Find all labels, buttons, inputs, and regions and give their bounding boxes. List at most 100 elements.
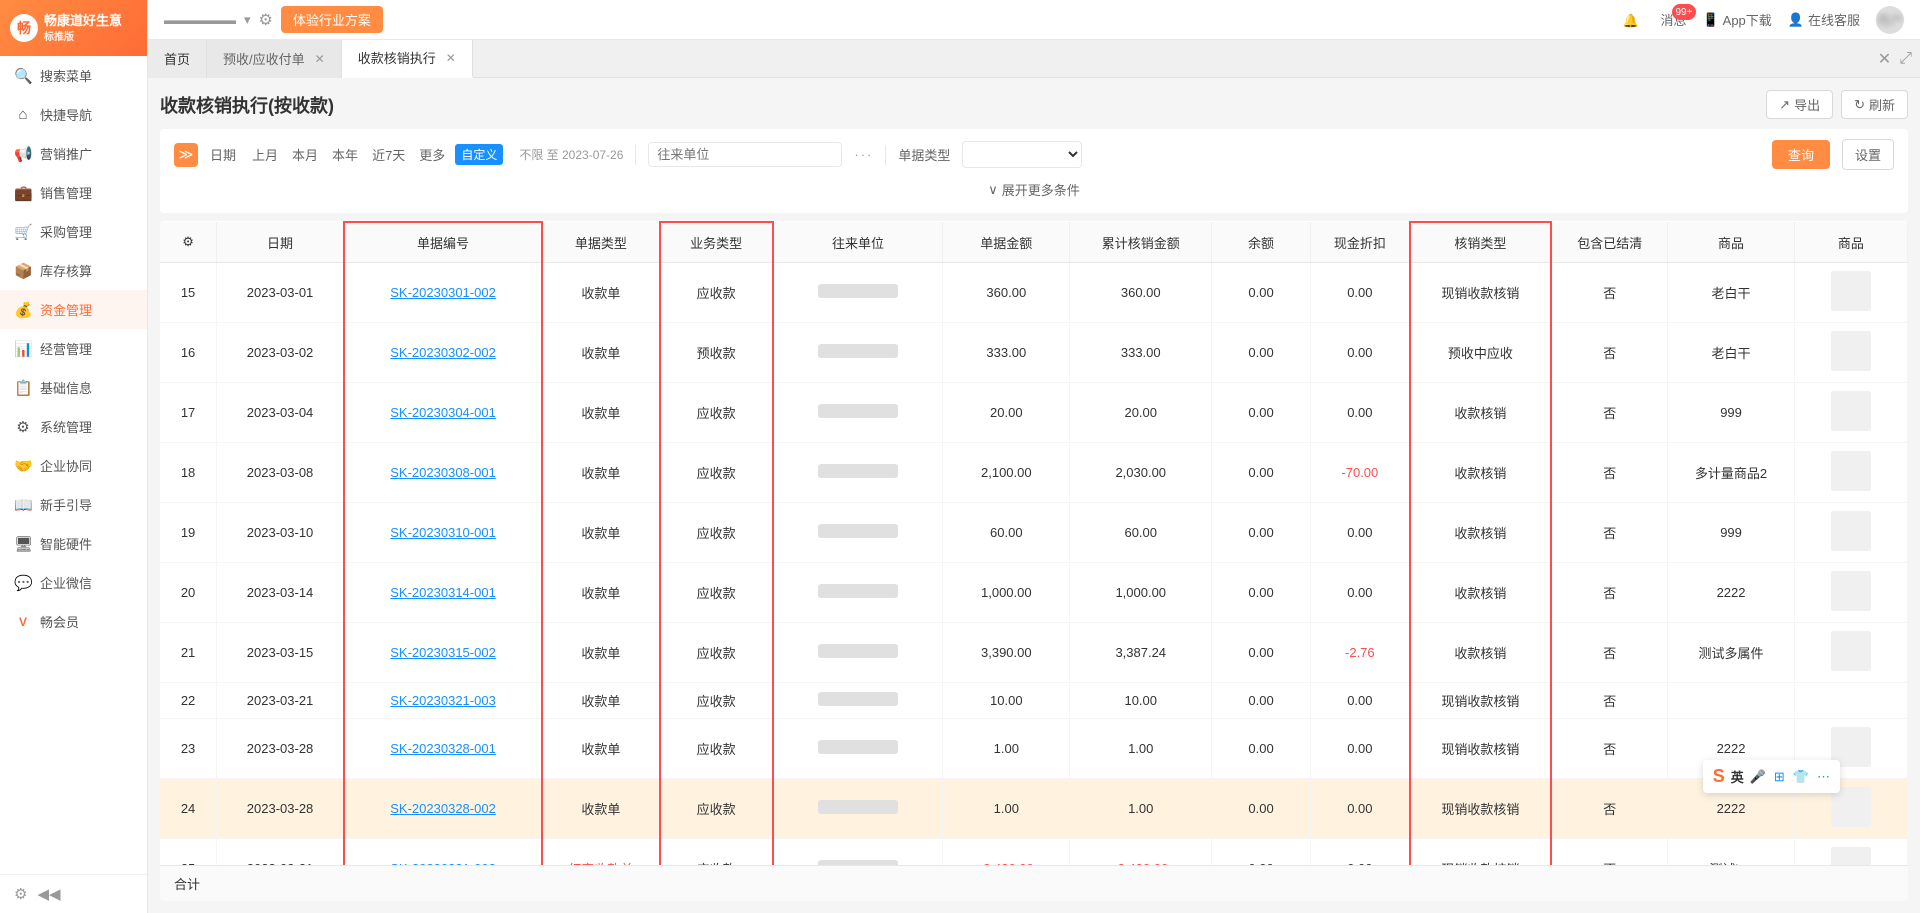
- app-download-link[interactable]: 📱 App下载: [1702, 10, 1771, 29]
- cell-docno[interactable]: SK-20230331-002: [344, 839, 542, 866]
- sidebar-item-basic-info[interactable]: 📋 基础信息: [0, 368, 147, 407]
- date-opt-more[interactable]: 更多: [415, 143, 449, 166]
- date-opt-7days[interactable]: 近7天: [368, 143, 409, 166]
- cell-biztype: 应收款: [660, 839, 773, 866]
- solution-button[interactable]: 体验行业方案: [281, 6, 383, 33]
- sidebar-item-quick-nav[interactable]: ⌂ 快捷导航: [0, 95, 147, 134]
- sidebar: 畅 畅康道好生意 标推版 🔍 搜索菜单 ⌂ 快捷导航 📢 营销推广 💼 销售管理…: [0, 0, 148, 913]
- tab-writeback-close[interactable]: ✕: [446, 51, 456, 65]
- cell-docno[interactable]: SK-20230328-002: [344, 779, 542, 839]
- cell-discount: -2.76: [1311, 623, 1410, 683]
- cell-docno[interactable]: SK-20230304-001: [344, 383, 542, 443]
- cell-doctype: 收款单: [542, 683, 659, 719]
- export-button[interactable]: ↗ 导出: [1766, 90, 1833, 119]
- cell-goods: 999: [1668, 503, 1794, 563]
- cell-doctype: 收款单: [542, 443, 659, 503]
- table-row[interactable]: 15 2023-03-01 SK-20230301-002 收款单 应收款 36…: [160, 263, 1908, 323]
- filter-toggle-button[interactable]: ≫: [174, 143, 198, 167]
- sidebar-label-basic-info: 基础信息: [40, 378, 92, 397]
- sidebar-item-guide[interactable]: 📖 新手引导: [0, 485, 147, 524]
- sidebar-item-sales[interactable]: 💼 销售管理: [0, 173, 147, 212]
- filter-settings-button[interactable]: 设置: [1842, 139, 1894, 170]
- cell-goods2: [1794, 503, 1907, 563]
- table-row[interactable]: 17 2023-03-04 SK-20230304-001 收款单 应收款 20…: [160, 383, 1908, 443]
- tab-close-all-icon[interactable]: ✕: [1878, 49, 1891, 69]
- topbar: ▬▬▬▬▬▬ ▾ ⚙ 体验行业方案 🔔 99+ 消息 📱 App下载 👤 在线客…: [148, 0, 1920, 40]
- cell-docno[interactable]: SK-20230308-001: [344, 443, 542, 503]
- breadcrumb: ▬▬▬▬▬▬: [164, 13, 236, 27]
- cell-writetype: 现销收款核销: [1410, 263, 1552, 323]
- cell-doctype: 收款单: [542, 719, 659, 779]
- message-icon-container[interactable]: 🔔 99+ 消息: [1623, 10, 1687, 29]
- online-service-link[interactable]: 👤 在线客服: [1788, 10, 1860, 29]
- cell-cumamt: 3,387.24: [1070, 623, 1212, 683]
- cell-docno[interactable]: SK-20230301-002: [344, 263, 542, 323]
- settings-gear-icon[interactable]: ⚙: [182, 234, 194, 249]
- cell-docno[interactable]: SK-20230315-002: [344, 623, 542, 683]
- tab-home-label: 首页: [164, 49, 190, 68]
- sidebar-item-operations[interactable]: 📊 经营管理: [0, 329, 147, 368]
- tab-prepay-close[interactable]: ✕: [315, 52, 325, 66]
- topbar-dropdown-icon[interactable]: ▾: [244, 12, 251, 28]
- cell-discount: 0.00: [1311, 563, 1410, 623]
- cell-num: 21: [160, 623, 217, 683]
- logo-main: 畅康道好生意: [44, 13, 122, 29]
- tab-home[interactable]: 首页: [148, 40, 207, 78]
- date-opt-this-year[interactable]: 本年: [328, 143, 362, 166]
- doc-type-select[interactable]: 收款单 红字收款单: [962, 141, 1082, 168]
- tab-expand-icon[interactable]: ⤢: [1899, 50, 1912, 68]
- col-header-amount: 单据金额: [943, 222, 1070, 263]
- sidebar-item-wechat[interactable]: 💬 企业微信: [0, 563, 147, 602]
- cell-settled: 否: [1551, 779, 1668, 839]
- sidebar-item-enterprise[interactable]: 🤝 企业协同: [0, 446, 147, 485]
- date-opt-last-month[interactable]: 上月: [248, 143, 282, 166]
- date-opt-custom[interactable]: 自定义: [455, 144, 503, 165]
- cell-biztype: 应收款: [660, 683, 773, 719]
- cell-doctype: 收款单: [542, 323, 659, 383]
- sidebar-item-search[interactable]: 🔍 搜索菜单: [0, 56, 147, 95]
- expand-more-button[interactable]: ∨ 展开更多条件: [174, 176, 1894, 203]
- cell-docno[interactable]: SK-20230310-001: [344, 503, 542, 563]
- sidebar-item-inventory[interactable]: 📦 库存核算: [0, 251, 147, 290]
- table-row[interactable]: 23 2023-03-28 SK-20230328-001 收款单 应收款 1.…: [160, 719, 1908, 779]
- date-opt-this-month[interactable]: 本月: [288, 143, 322, 166]
- query-button[interactable]: 查询: [1772, 140, 1830, 169]
- cell-biztype: 预收款: [660, 323, 773, 383]
- cell-docno[interactable]: SK-20230302-002: [344, 323, 542, 383]
- cell-balance: 0.00: [1212, 323, 1311, 383]
- settings-bottom-icon[interactable]: ⚙: [14, 885, 27, 903]
- sidebar-item-marketing[interactable]: 📢 营销推广: [0, 134, 147, 173]
- cell-docno[interactable]: SK-20230321-003: [344, 683, 542, 719]
- cell-cumamt: 1.00: [1070, 719, 1212, 779]
- table-row[interactable]: 22 2023-03-21 SK-20230321-003 收款单 应收款 10…: [160, 683, 1908, 719]
- tab-prepay[interactable]: 预收/应收付单 ✕: [207, 40, 342, 78]
- sidebar-item-system[interactable]: ⚙ 系统管理: [0, 407, 147, 446]
- cell-docno[interactable]: SK-20230328-001: [344, 719, 542, 779]
- table-row[interactable]: 19 2023-03-10 SK-20230310-001 收款单 应收款 60…: [160, 503, 1908, 563]
- sidebar-item-member[interactable]: V 畅会员: [0, 602, 147, 641]
- sidebar-item-finance[interactable]: 💰 资金管理: [0, 290, 147, 329]
- table-row[interactable]: 18 2023-03-08 SK-20230308-001 收款单 应收款 2,…: [160, 443, 1908, 503]
- guide-icon: 📖: [14, 496, 32, 514]
- table-row[interactable]: 20 2023-03-14 SK-20230314-001 收款单 应收款 1,…: [160, 563, 1908, 623]
- table-row[interactable]: 24 2023-03-28 SK-20230328-002 收款单 应收款 1.…: [160, 779, 1908, 839]
- cell-settled: 否: [1551, 323, 1668, 383]
- table-container[interactable]: ⚙ 日期 单据编号 单据类型 业务类型 往来单位 单据金额 累计核销金额 余额 …: [160, 221, 1908, 865]
- sidebar-item-smart-hw[interactable]: 🖥 智能硬件: [0, 524, 147, 563]
- service-icon: 👤: [1788, 12, 1804, 28]
- collapse-icon[interactable]: ◀◀: [37, 885, 60, 903]
- table-row[interactable]: 16 2023-03-02 SK-20230302-002 收款单 预收款 33…: [160, 323, 1908, 383]
- cell-goods: 老白干: [1668, 263, 1794, 323]
- cell-company: [773, 839, 943, 866]
- cell-company: [773, 779, 943, 839]
- tab-writeback[interactable]: 收款核销执行 ✕: [342, 40, 473, 78]
- table-row[interactable]: 25 2023-03-31 SK-20230331-002 红字收款单 应收款 …: [160, 839, 1908, 866]
- user-avatar[interactable]: 用户: [1876, 6, 1904, 34]
- sidebar-item-purchase[interactable]: 🛒 采购管理: [0, 212, 147, 251]
- sidebar-menu: 🔍 搜索菜单 ⌂ 快捷导航 📢 营销推广 💼 销售管理 🛒 采购管理 📦 库存核…: [0, 56, 147, 874]
- table-row[interactable]: 21 2023-03-15 SK-20230315-002 收款单 应收款 3,…: [160, 623, 1908, 683]
- cell-docno[interactable]: SK-20230314-001: [344, 563, 542, 623]
- topbar-settings-icon[interactable]: ⚙: [259, 10, 273, 30]
- company-filter-input[interactable]: [648, 142, 842, 167]
- refresh-button[interactable]: ↻ 刷新: [1841, 90, 1908, 119]
